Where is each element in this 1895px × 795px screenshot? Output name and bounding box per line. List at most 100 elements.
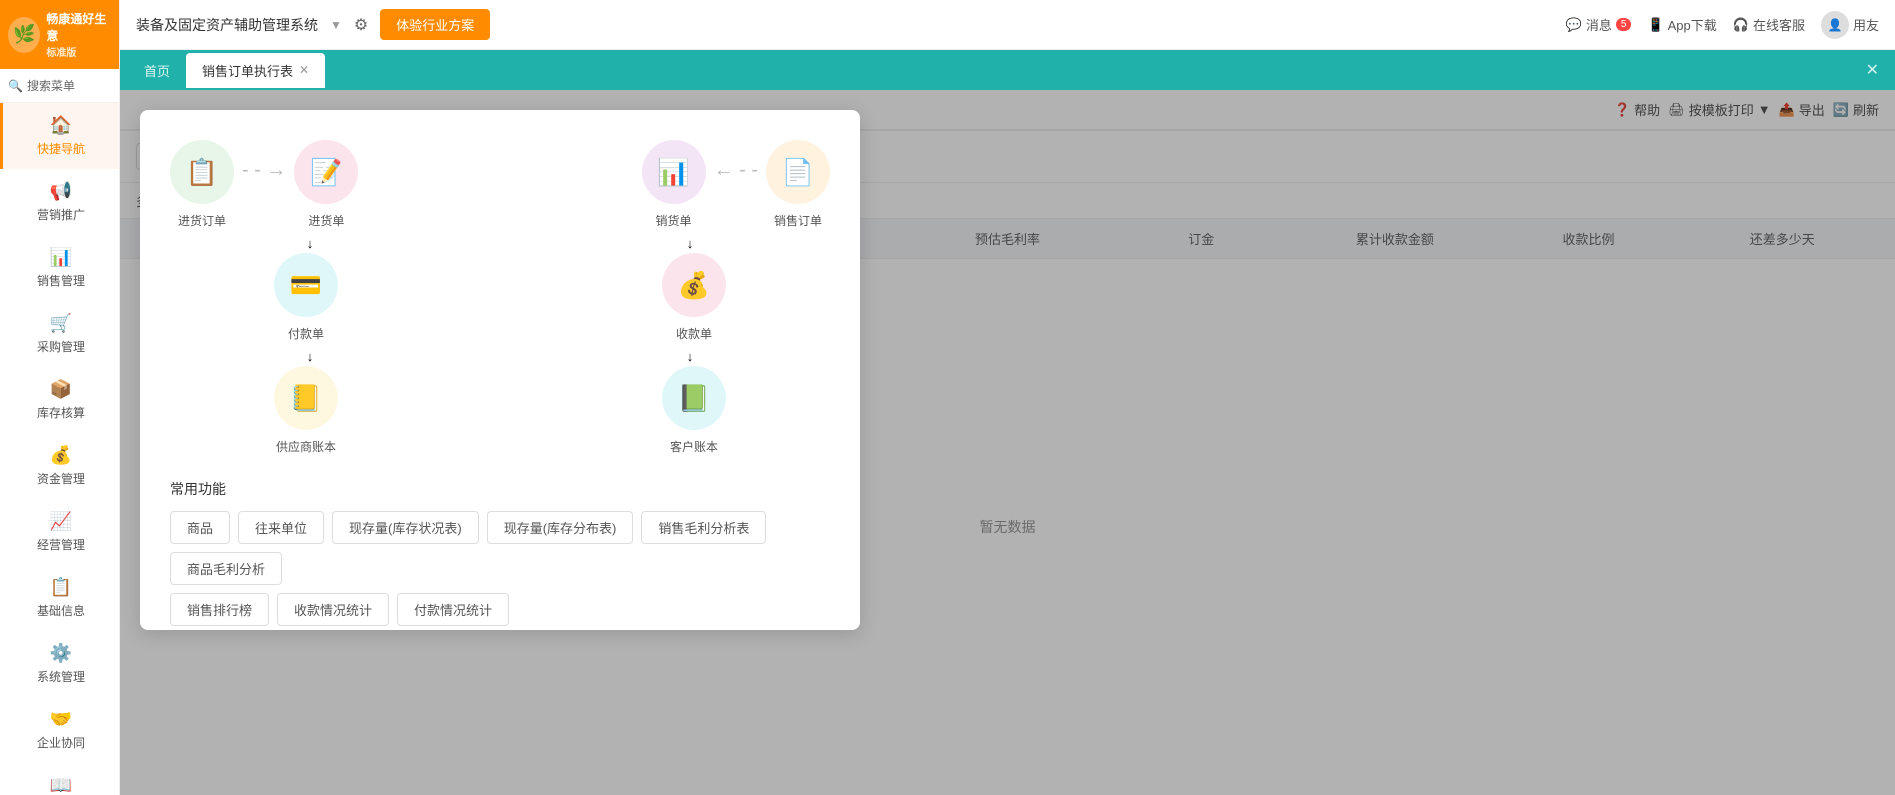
system-title: 装备及固定资产辅助管理系统 — [136, 15, 318, 35]
sidebar-item-inventory[interactable]: 📦 库存核算 — [0, 367, 119, 433]
finance-icon: 💰 — [50, 445, 72, 466]
btn-stock-dist[interactable]: 现存量(库存分布表) — [487, 511, 634, 544]
sidebar-nav: 🏠 快捷导航 📢 营销推广 📊 销售管理 🛒 采购管理 📦 库存核算 💰 资金管… — [0, 103, 119, 795]
sidebar-item-label: 资金管理 — [37, 470, 85, 487]
sidebar-item-label: 经营管理 — [37, 536, 85, 553]
system-dropdown-icon[interactable]: ▼ — [330, 18, 342, 32]
common-functions-title: 常用功能 — [170, 479, 830, 499]
btn-sales-profit[interactable]: 销售毛利分析表 — [641, 511, 766, 544]
btn-receipt-stats[interactable]: 收款情况统计 — [277, 593, 389, 626]
sidebar-item-system[interactable]: ⚙️ 系统管理 — [0, 631, 119, 697]
flow-purchase-bill: 📝 进货单 — [294, 140, 358, 229]
sidebar-item-quick-nav[interactable]: 🏠 快捷导航 — [0, 103, 119, 169]
inventory-icon: 📦 — [50, 379, 72, 400]
online-service-button[interactable]: 🎧 在线客服 — [1733, 15, 1805, 34]
common-buttons-row2: 销售排行榜 收款情况统计 付款情况统计 — [170, 593, 830, 626]
system-icon: ⚙️ — [50, 643, 72, 664]
sidebar-item-marketing[interactable]: 📢 营销推广 — [0, 169, 119, 235]
sidebar-item-label: 销售管理 — [37, 272, 85, 289]
receipt-icon: 💰 — [662, 253, 726, 317]
tabbar: 首页 销售订单执行表 ✕ ✕ — [120, 50, 1895, 90]
purchase-bill-icon: 📝 — [294, 140, 358, 204]
btn-sales-ranking[interactable]: 销售排行榜 — [170, 593, 269, 626]
tab-home-label: 首页 — [144, 61, 170, 80]
arrow-v2: ↓ — [687, 233, 694, 253]
search-icon: 🔍 — [8, 79, 23, 93]
sales-order-label: 销售订单 — [774, 212, 822, 229]
modal-overlay[interactable]: 📋 进货订单 - - → 📝 进货单 — [120, 90, 1895, 795]
btn-stock-status[interactable]: 现存量(库存状况表) — [332, 511, 479, 544]
tab-home[interactable]: 首页 — [128, 53, 186, 88]
btn-contacts[interactable]: 往来单位 — [238, 511, 324, 544]
arrow-v1: ↓ — [307, 233, 314, 253]
btn-payment-stats[interactable]: 付款情况统计 — [397, 593, 509, 626]
sidebar-item-label: 企业协同 — [37, 734, 85, 751]
marketing-icon: 📢 — [50, 181, 72, 202]
supplier-ledger-label: 供应商账本 — [276, 438, 336, 455]
topbar: 装备及固定资产辅助管理系统 ▼ ⚙ 体验行业方案 💬 消息 5 📱 App下载 … — [120, 0, 1895, 50]
operations-icon: 📈 — [50, 511, 72, 532]
sales-order-icon: 📄 — [766, 140, 830, 204]
sidebar-item-label: 系统管理 — [37, 668, 85, 685]
enterprise-icon: 🤝 — [50, 709, 72, 730]
sidebar-item-finance[interactable]: 💰 资金管理 — [0, 433, 119, 499]
flow-purchase-order: 📋 进货订单 — [170, 140, 234, 229]
arrow-v3: ↓ — [307, 346, 314, 366]
arrow-h2: ← - - — [714, 159, 758, 210]
home-icon: 🏠 — [50, 115, 72, 136]
flow-customer-ledger: 📗 客户账本 — [662, 366, 726, 455]
purchase-order-label: 进货订单 — [178, 212, 226, 229]
flow-payment: 💳 付款单 — [274, 253, 338, 342]
arrow-h1: - - → — [242, 159, 286, 210]
modal: 📋 进货订单 - - → 📝 进货单 — [140, 110, 860, 630]
btn-product[interactable]: 商品 — [170, 511, 230, 544]
search-menu[interactable]: 🔍 搜索菜单 — [0, 69, 119, 103]
sidebar-item-basic-info[interactable]: 📋 基础信息 — [0, 565, 119, 631]
guide-icon: 📖 — [50, 775, 72, 795]
tab-close-icon[interactable]: ✕ — [299, 63, 309, 77]
sidebar-item-operations[interactable]: 📈 经营管理 — [0, 499, 119, 565]
purchase-bill-label: 进货单 — [308, 212, 344, 229]
sidebar-item-purchase[interactable]: 🛒 采购管理 — [0, 301, 119, 367]
flow-supplier-ledger: 📒 供应商账本 — [274, 366, 338, 455]
sales-bill-label: 销货单 — [656, 212, 692, 229]
logo-icon: 🌿 — [8, 17, 40, 53]
app-download-icon: 📱 — [1647, 17, 1663, 33]
logo: 🌿 畅康通好生意 标准版 — [0, 0, 119, 69]
message-icon: 💬 — [1566, 17, 1582, 33]
common-functions: 常用功能 商品 往来单位 现存量(库存状况表) 现存量(库存分布表) 销售毛利分… — [170, 479, 830, 626]
sidebar-item-guide[interactable]: 📖 新手引导 — [0, 763, 119, 795]
flow-sales-order: 📄 销售订单 — [766, 140, 830, 229]
btn-product-profit[interactable]: 商品毛利分析 — [170, 552, 282, 585]
purchase-order-icon: 📋 — [170, 140, 234, 204]
sidebar-item-label: 基础信息 — [37, 602, 85, 619]
avatar: 👤 — [1821, 11, 1849, 39]
common-buttons-row1: 商品 往来单位 现存量(库存状况表) 现存量(库存分布表) 销售毛利分析表 商品… — [170, 511, 830, 585]
sidebar-item-label: 库存核算 — [37, 404, 85, 421]
app-download-button[interactable]: 📱 App下载 — [1647, 15, 1716, 34]
customer-ledger-label: 客户账本 — [670, 438, 718, 455]
message-button[interactable]: 💬 消息 5 — [1566, 15, 1632, 34]
tab-bar-close-icon[interactable]: ✕ — [1858, 60, 1887, 80]
sidebar-item-enterprise[interactable]: 🤝 企业协同 — [0, 697, 119, 763]
user-menu[interactable]: 👤 用友 — [1821, 11, 1879, 39]
flow-receipt: 💰 收款单 — [662, 253, 726, 342]
customer-ledger-icon: 📗 — [662, 366, 726, 430]
tab-sales-exec[interactable]: 销售订单执行表 ✕ — [186, 53, 325, 88]
sales-bill-icon: 📊 — [642, 140, 706, 204]
supplier-ledger-icon: 📒 — [274, 366, 338, 430]
message-badge: 5 — [1616, 18, 1632, 31]
sales-icon: 📊 — [50, 247, 72, 268]
main-area: 装备及固定资产辅助管理系统 ▼ ⚙ 体验行业方案 💬 消息 5 📱 App下载 … — [120, 0, 1895, 795]
sidebar-item-sales[interactable]: 📊 销售管理 — [0, 235, 119, 301]
sidebar-item-label: 采购管理 — [37, 338, 85, 355]
headset-icon: 🎧 — [1733, 17, 1749, 33]
purchase-icon: 🛒 — [50, 313, 72, 334]
sidebar-item-label: 快捷导航 — [37, 140, 85, 157]
tab-sales-exec-label: 销售订单执行表 — [202, 61, 293, 80]
trial-button[interactable]: 体验行业方案 — [380, 9, 490, 40]
settings-icon[interactable]: ⚙ — [354, 15, 368, 35]
payment-label: 付款单 — [288, 325, 324, 342]
payment-icon: 💳 — [274, 253, 338, 317]
basic-info-icon: 📋 — [50, 577, 72, 598]
